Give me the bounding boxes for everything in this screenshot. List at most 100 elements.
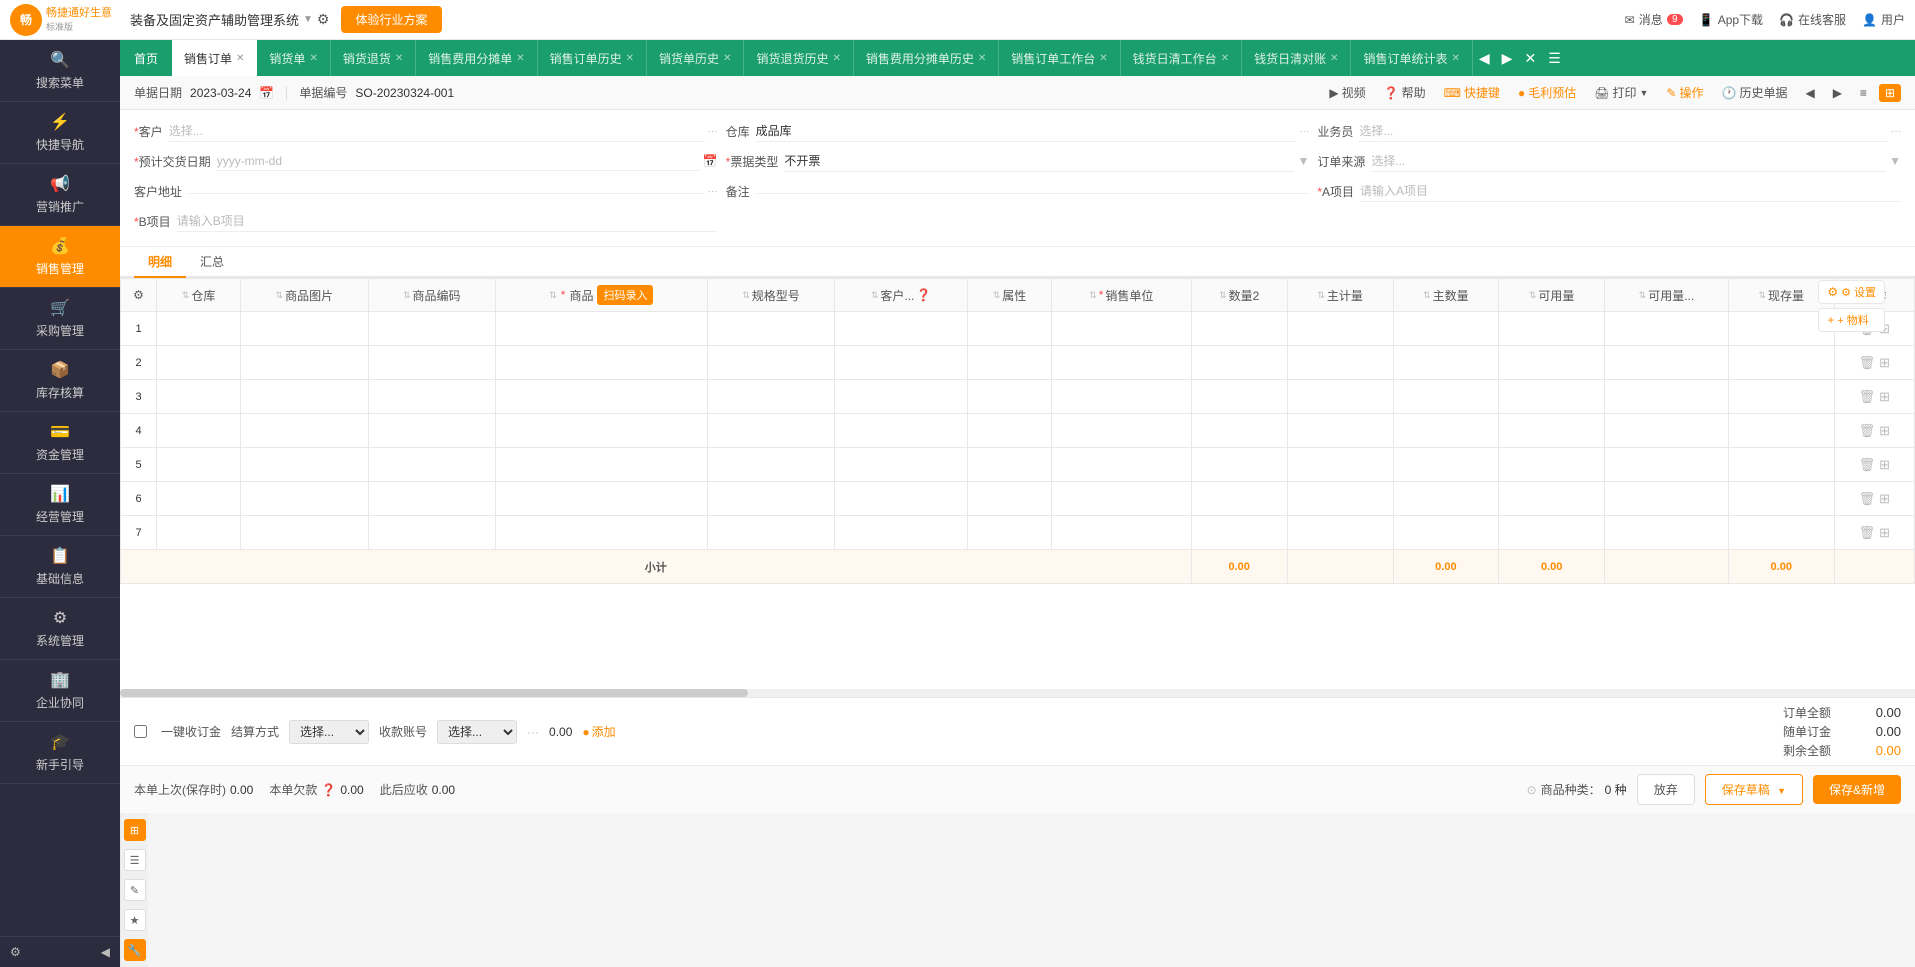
horizontal-scrollbar[interactable]	[120, 689, 1915, 697]
row-copy-icon-2[interactable]: ⊞	[1879, 355, 1890, 371]
row-qty2-1[interactable]	[1191, 312, 1287, 346]
row-warehouse-5[interactable]	[157, 448, 241, 482]
row-sales-unit-7[interactable]	[1052, 516, 1192, 550]
row-delete-icon-4[interactable]: 🗑	[1859, 423, 1876, 439]
row-spec-4[interactable]	[707, 414, 834, 448]
row-sales-unit-4[interactable]	[1052, 414, 1192, 448]
row-delete-icon-2[interactable]: 🗑	[1859, 355, 1876, 371]
tab-sales-refund-close[interactable]: ✕	[395, 53, 403, 64]
add-material-float-btn[interactable]: + + 物料	[1818, 308, 1885, 332]
system-title-arrow-icon[interactable]: ▼	[303, 14, 313, 25]
detail-tab-summary[interactable]: 汇总	[186, 247, 238, 276]
row-attributes-3[interactable]	[967, 380, 1051, 414]
row-qty2-5[interactable]	[1191, 448, 1287, 482]
sidebar-item-finance[interactable]: 💳 资金管理	[0, 412, 120, 474]
th-gear[interactable]: ⚙	[121, 279, 157, 312]
row-main-unit-7[interactable]	[1287, 516, 1393, 550]
row-copy-icon-4[interactable]: ⊞	[1879, 423, 1890, 439]
discard-btn[interactable]: 放弃	[1637, 774, 1695, 805]
detail-tab-detail[interactable]: 明细	[134, 247, 186, 276]
row-main-qty-3[interactable]	[1393, 380, 1499, 414]
row-delete-icon-3[interactable]: 🗑	[1859, 389, 1876, 405]
customer-input[interactable]: 选择...	[169, 120, 705, 142]
row-spec-1[interactable]	[707, 312, 834, 346]
payment-method-select[interactable]: 选择...	[289, 720, 369, 744]
row-attributes-6[interactable]	[967, 482, 1051, 516]
row-main-qty-5[interactable]	[1393, 448, 1499, 482]
view-btn[interactable]: ▶ 视频	[1323, 82, 1371, 103]
row-main-qty-7[interactable]	[1393, 516, 1499, 550]
customer-dots-icon[interactable]: ···	[708, 126, 718, 137]
user-btn[interactable]: 👤 用户	[1862, 11, 1905, 28]
row-copy-icon-6[interactable]: ⊞	[1879, 491, 1890, 507]
row-qty2-7[interactable]	[1191, 516, 1287, 550]
tab-sales-return[interactable]: 销货单 ✕	[257, 40, 330, 76]
row-product-1[interactable]	[496, 312, 708, 346]
app-download-btn[interactable]: 📱 App下载	[1699, 11, 1763, 28]
customer-code-help-icon[interactable]: ❓	[916, 288, 931, 302]
sidebar-item-guide[interactable]: 🎓 新手引导	[0, 722, 120, 784]
project-b-input[interactable]: 请输入B项目	[177, 210, 717, 232]
row-customer-code-6[interactable]	[835, 482, 968, 516]
tab-home[interactable]: 首页	[120, 40, 172, 76]
tab-sales-refund[interactable]: 销货退货 ✕	[331, 40, 416, 76]
row-sales-unit-1[interactable]	[1052, 312, 1192, 346]
nav-next-btn[interactable]: ▶	[1827, 84, 1848, 102]
sidebar-item-system[interactable]: ⚙ 系统管理	[0, 598, 120, 660]
row-spec-7[interactable]	[707, 516, 834, 550]
row-attributes-5[interactable]	[967, 448, 1051, 482]
tab-sales-refund-history-close[interactable]: ✕	[832, 53, 840, 64]
right-panel-btn-1[interactable]: ⊞	[124, 819, 146, 841]
print-btn[interactable]: 🖨 打印 ▼	[1588, 82, 1654, 103]
row-qty2-6[interactable]	[1191, 482, 1287, 516]
row-sales-unit-5[interactable]	[1052, 448, 1192, 482]
row-product-5[interactable]	[496, 448, 708, 482]
history-btn[interactable]: 🕐 历史单据	[1715, 82, 1793, 103]
row-sales-unit-6[interactable]	[1052, 482, 1192, 516]
row-warehouse-6[interactable]	[157, 482, 241, 516]
row-product-code-1[interactable]	[368, 312, 495, 346]
save-new-btn[interactable]: 保存&新增	[1813, 775, 1901, 804]
row-customer-code-4[interactable]	[835, 414, 968, 448]
sidebar-item-marketing[interactable]: 📢 营销推广	[0, 164, 120, 226]
nav-prev-btn[interactable]: ◀	[1799, 84, 1820, 102]
sidebar-item-inventory[interactable]: 📦 库存核算	[0, 350, 120, 412]
sidebar-item-sales[interactable]: 💰 销售管理	[0, 226, 120, 288]
row-product-code-5[interactable]	[368, 448, 495, 482]
list-view-btn[interactable]: ≡	[1854, 84, 1873, 102]
row-main-qty-2[interactable]	[1393, 346, 1499, 380]
date-value[interactable]: 2023-03-24	[190, 86, 251, 100]
sidebar-item-basic-info[interactable]: 📋 基础信息	[0, 536, 120, 598]
row-qty2-2[interactable]	[1191, 346, 1287, 380]
customer-address-input[interactable]	[188, 189, 705, 194]
op-btn[interactable]: ✎ 操作	[1660, 82, 1709, 103]
row-main-unit-6[interactable]	[1287, 482, 1393, 516]
tab-sales-order-history[interactable]: 销售订单历史 ✕	[538, 40, 647, 76]
tab-sales-order-workbench[interactable]: 销售订单工作台 ✕	[999, 40, 1120, 76]
row-customer-code-7[interactable]	[835, 516, 968, 550]
message-btn[interactable]: ✉ 消息 9	[1625, 11, 1683, 28]
settings-float-btn[interactable]: ⚙ ⚙ 设置	[1818, 280, 1885, 304]
profit-btn[interactable]: ● 毛利预估	[1512, 82, 1582, 103]
note-input[interactable]	[756, 189, 1310, 194]
one-click-deposit-checkbox[interactable]	[134, 725, 147, 738]
row-attributes-7[interactable]	[967, 516, 1051, 550]
row-spec-2[interactable]	[707, 346, 834, 380]
row-sales-unit-2[interactable]	[1052, 346, 1192, 380]
row-main-unit-5[interactable]	[1287, 448, 1393, 482]
row-warehouse-4[interactable]	[157, 414, 241, 448]
sidebar-item-enterprise[interactable]: 🏢 企业协同	[0, 660, 120, 722]
tab-sales-stats-close[interactable]: ✕	[1452, 53, 1460, 64]
tab-cash-reconcile[interactable]: 钱货日清对账 ✕	[1242, 40, 1351, 76]
delivery-date-cal-icon[interactable]: 📅	[703, 154, 718, 168]
row-main-qty-4[interactable]	[1393, 414, 1499, 448]
row-product-code-6[interactable]	[368, 482, 495, 516]
row-customer-code-1[interactable]	[835, 312, 968, 346]
project-a-input[interactable]: 请输入A项目	[1360, 180, 1901, 202]
header-gear-icon[interactable]: ⚙	[127, 288, 150, 302]
row-delete-icon-5[interactable]: 🗑	[1859, 457, 1876, 473]
grid-view-btn[interactable]: ⊞	[1879, 84, 1901, 102]
add-btn[interactable]: ● 添加	[582, 723, 615, 740]
salesman-dots-icon[interactable]: ···	[1891, 126, 1901, 137]
customer-address-dots-icon[interactable]: ···	[708, 186, 718, 197]
